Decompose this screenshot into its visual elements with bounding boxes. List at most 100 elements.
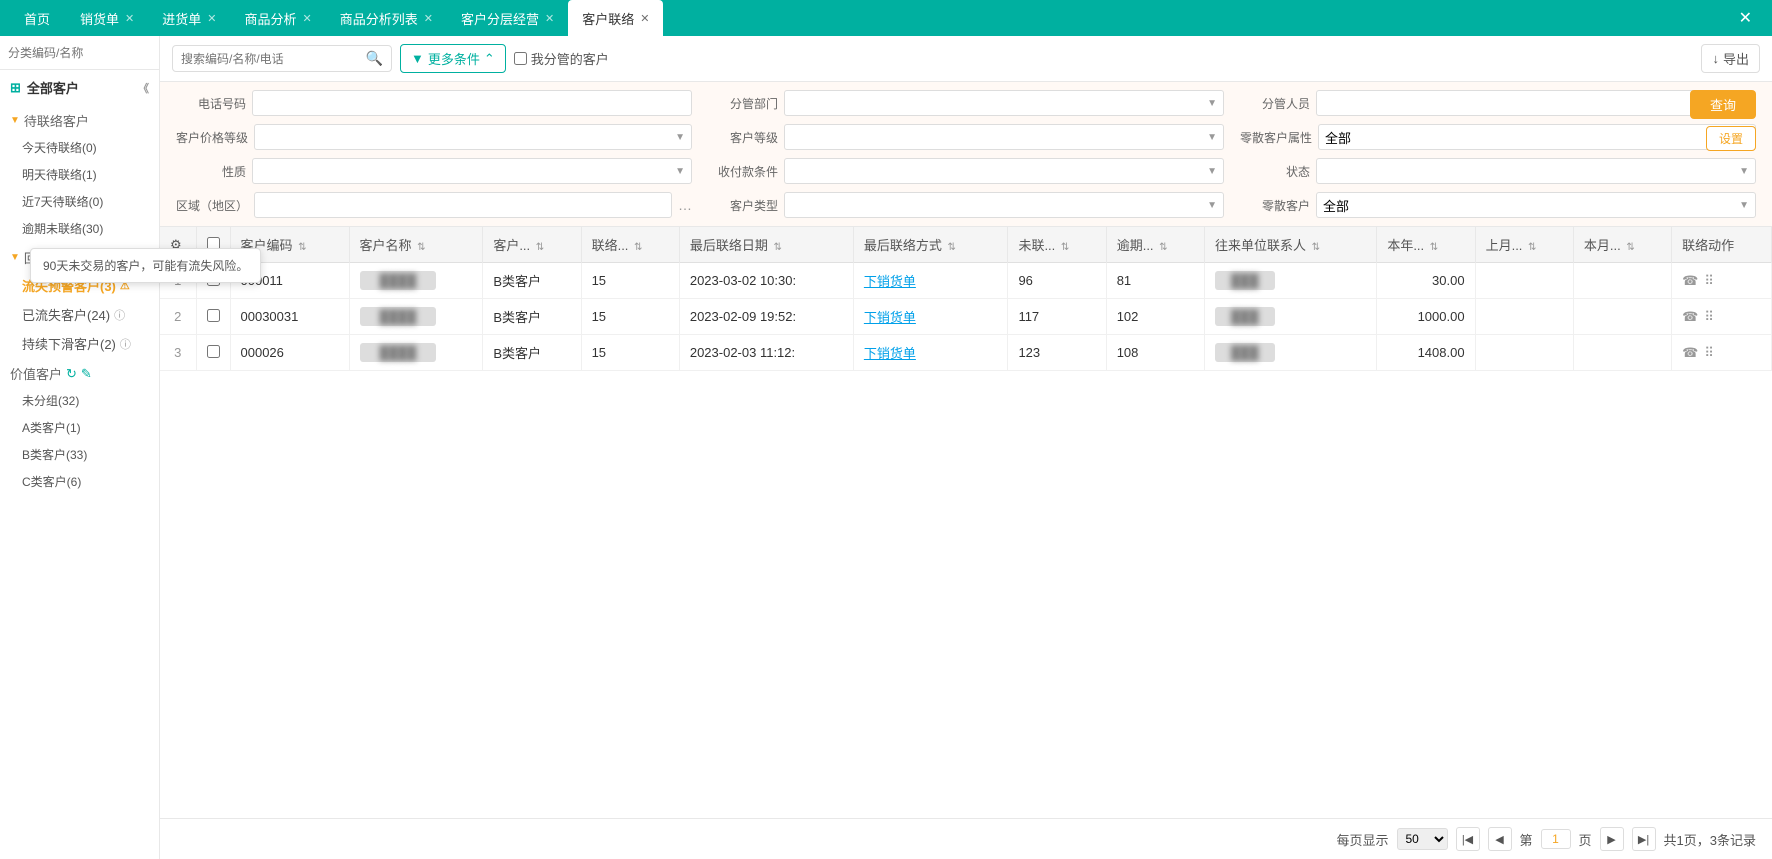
close-tab-customer-contact[interactable]: ✕ (640, 12, 649, 25)
close-tab-purchase[interactable]: ✕ (207, 12, 216, 25)
no-contact-sort-icon: ⇅ (1061, 242, 1069, 253)
col-this-year[interactable]: 本年... ⇅ (1377, 227, 1475, 263)
window-close-button[interactable]: ✕ (1727, 8, 1764, 28)
zero-attr-select[interactable]: 全部 ▼ (1318, 124, 1756, 150)
status-select[interactable]: ▼ (1316, 158, 1756, 184)
total-info: 共1页，3条记录 (1664, 830, 1756, 849)
cell-overdue: 81 (1106, 263, 1204, 299)
cell-last-method[interactable]: 下销货单 (853, 335, 1008, 371)
phone-label: 电话号码 (176, 95, 246, 112)
prev-page-button[interactable]: ◀ (1488, 827, 1512, 851)
filter-panel: 电话号码 分管部门 ▼ 分管人员 ▼ … 客户价格等级 (160, 82, 1772, 227)
tab-customer-contact[interactable]: 客户联络 ✕ (568, 0, 663, 36)
pending-group-title[interactable]: ▼ 待联络客户 (0, 105, 159, 134)
cell-last-method[interactable]: 下销货单 (853, 263, 1008, 299)
search-input[interactable] (181, 52, 366, 66)
col-last-date[interactable]: 最后联络日期 ⇅ (679, 227, 853, 263)
cell-last-month (1475, 263, 1573, 299)
payment-arrow: ▼ (1207, 166, 1217, 177)
col-name[interactable]: 客户名称 ⇅ (349, 227, 483, 263)
cell-contact-person: ███ (1204, 299, 1376, 335)
action-contact-icon[interactable]: ☎ (1682, 345, 1698, 361)
filter-zero-attr-row: 零散客户属性 全部 ▼ (1240, 124, 1756, 150)
phone-input[interactable] (252, 90, 692, 116)
person-select[interactable]: ▼ (1316, 90, 1736, 116)
cell-contact: 15 (581, 263, 679, 299)
cell-last-date: 2023-02-03 11:12: (679, 335, 853, 371)
sidebar-item-a-class[interactable]: A类客户(1) (0, 414, 159, 441)
first-page-button[interactable]: |◀ (1456, 827, 1480, 851)
col-no-contact[interactable]: 未联... ⇅ (1008, 227, 1106, 263)
area-select[interactable] (254, 192, 672, 218)
sidebar-item-today[interactable]: 今天待联络(0) (0, 134, 159, 161)
sidebar-item-7days[interactable]: 近7天待联络(0) (0, 188, 159, 215)
nature-select[interactable]: ▼ (252, 158, 692, 184)
col-last-method[interactable]: 最后联络方式 ⇅ (853, 227, 1008, 263)
action-more-icon[interactable]: ⠿ (1704, 345, 1714, 361)
all-customers-header[interactable]: ⊞ 全部客户 《 (0, 70, 159, 105)
area-label: 区域（地区） (176, 197, 248, 214)
action-contact-icon[interactable]: ☎ (1682, 309, 1698, 325)
action-more-icon[interactable]: ⠿ (1704, 273, 1714, 289)
tab-product-analysis[interactable]: 商品分析 ✕ (230, 0, 325, 36)
area-dots[interactable]: … (678, 197, 692, 213)
cell-checkbox[interactable] (196, 335, 230, 371)
customer-type-select[interactable]: ▼ (784, 192, 1224, 218)
action-contact-icon[interactable]: ☎ (1682, 273, 1698, 289)
tab-home[interactable]: 首页 (8, 0, 66, 36)
sidebar-item-b-class[interactable]: B类客户(33) (0, 441, 159, 468)
nature-arrow: ▼ (675, 166, 685, 177)
sidebar-item-overdue[interactable]: 逾期未联络(30) (0, 215, 159, 242)
col-this-month[interactable]: 本月... ⇅ (1573, 227, 1671, 263)
export-button[interactable]: ↓ 导出 (1701, 44, 1760, 73)
query-button[interactable]: 查询 (1690, 90, 1756, 119)
sidebar-item-ungrp[interactable]: 未分组(32) (0, 387, 159, 414)
settings-button[interactable]: 设置 (1706, 126, 1756, 151)
value-group-refresh-icon[interactable]: ↻ (66, 366, 77, 382)
payment-select[interactable]: ▼ (784, 158, 1224, 184)
price-grade-arrow: ▼ (675, 132, 685, 143)
page-size-select[interactable]: 50 100 200 (1397, 828, 1448, 850)
sidebar-search-input[interactable] (8, 46, 160, 60)
col-overdue[interactable]: 逾期... ⇅ (1106, 227, 1204, 263)
dept-select[interactable]: ▼ (784, 90, 1224, 116)
last-date-sort-icon: ⇅ (773, 242, 781, 253)
tab-customer-tier[interactable]: 客户分层经营 ✕ (447, 0, 568, 36)
lost-arrow-icon: ▼ (10, 252, 20, 263)
cell-overdue: 102 (1106, 299, 1204, 335)
my-customer-checkbox[interactable] (514, 52, 527, 65)
table-header-row: ⚙ 客户编码 ⇅ 客户名称 ⇅ 客户... ⇅ (160, 227, 1772, 263)
last-page-button[interactable]: ▶| (1632, 827, 1656, 851)
grade-select[interactable]: ▼ (784, 124, 1224, 150)
sidebar-item-c-class[interactable]: C类客户(6) (0, 468, 159, 495)
col-type[interactable]: 客户... ⇅ (483, 227, 581, 263)
sidebar-item-declining[interactable]: 持续下滑客户(2) ⓘ (0, 329, 159, 358)
sidebar-item-already-lost[interactable]: 已流失客户(24) ⓘ (0, 300, 159, 329)
close-tab-sales[interactable]: ✕ (125, 12, 134, 25)
close-tab-customer-tier[interactable]: ✕ (545, 12, 554, 25)
zero-customer-select[interactable]: 全部 ▼ (1316, 192, 1756, 218)
table-row: 3 000026 ████ B类客户 15 2023-02-03 11:12: … (160, 335, 1772, 371)
tab-sales[interactable]: 销货单 ✕ (66, 0, 148, 36)
page-input[interactable] (1541, 829, 1571, 849)
col-contact-person[interactable]: 往来单位联系人 ⇅ (1204, 227, 1376, 263)
cell-this-month (1573, 263, 1671, 299)
name-sort-icon: ⇅ (417, 242, 425, 253)
search-icon[interactable]: 🔍 (366, 50, 383, 67)
price-grade-select[interactable]: ▼ (254, 124, 692, 150)
next-page-button[interactable]: ▶ (1600, 827, 1624, 851)
more-filter-button[interactable]: ▼ 更多条件 ⌃ (400, 44, 506, 73)
col-contact[interactable]: 联络... ⇅ (581, 227, 679, 263)
col-last-month[interactable]: 上月... ⇅ (1475, 227, 1573, 263)
cell-action: ☎ ⠿ (1672, 299, 1772, 335)
content-area: 🔍 ▼ 更多条件 ⌃ 我分管的客户 ↓ 导出 电话号码 (160, 36, 1772, 859)
tab-purchase[interactable]: 进货单 ✕ (148, 0, 230, 36)
close-tab-product-analysis-list[interactable]: ✕ (424, 12, 433, 25)
sidebar-item-tomorrow[interactable]: 明天待联络(1) (0, 161, 159, 188)
close-tab-product-analysis[interactable]: ✕ (303, 12, 312, 25)
action-more-icon[interactable]: ⠿ (1704, 309, 1714, 325)
cell-last-method[interactable]: 下销货单 (853, 299, 1008, 335)
tab-product-analysis-list[interactable]: 商品分析列表 ✕ (326, 0, 447, 36)
value-group-edit-icon[interactable]: ✎ (81, 366, 92, 382)
cell-checkbox[interactable] (196, 299, 230, 335)
